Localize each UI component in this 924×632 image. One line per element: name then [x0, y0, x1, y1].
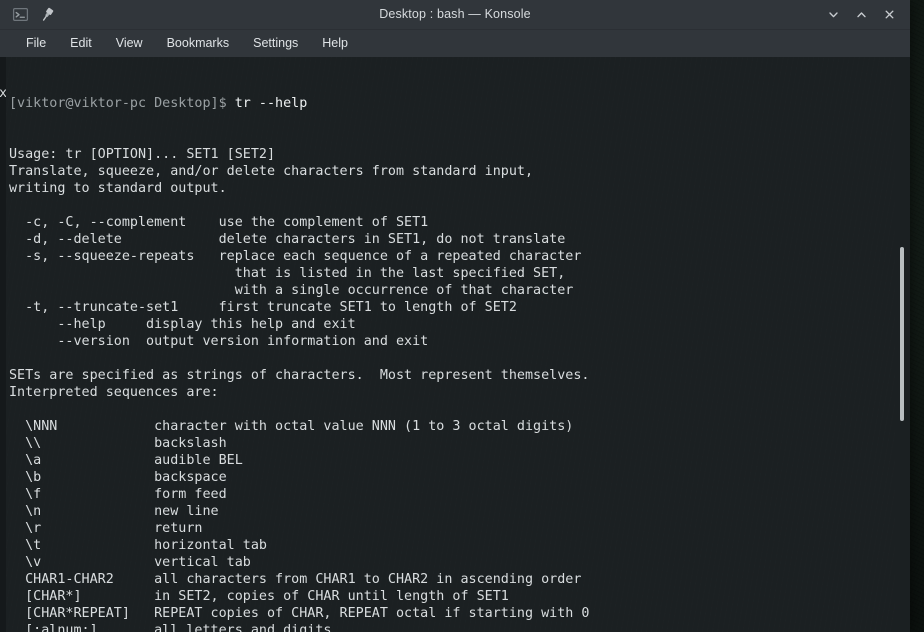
titlebar-icon-group — [0, 6, 56, 23]
menu-item-bookmarks[interactable]: Bookmarks — [155, 33, 242, 54]
terminal-line: [CHAR*REPEAT] REPEAT copies of CHAR, REP… — [9, 606, 590, 621]
terminal-line: [:alnum:] all letters and digits — [9, 623, 332, 632]
terminal-line: --version output version information and… — [9, 334, 429, 349]
terminal-line: \b backspace — [9, 470, 227, 485]
terminal-scrollbar[interactable] — [895, 57, 910, 632]
terminal-line: SETs are specified as strings of charact… — [9, 368, 590, 383]
terminal-scrollbar-thumb[interactable] — [900, 247, 904, 421]
terminal-area[interactable]: x [viktor@viktor-pc Desktop]$ tr --help … — [0, 57, 910, 632]
menu-item-settings[interactable]: Settings — [241, 33, 310, 54]
menubar: File Edit View Bookmarks Settings Help — [0, 30, 910, 57]
terminal-line: Translate, squeeze, and/or delete charac… — [9, 164, 534, 179]
typed-command: tr --help — [234, 96, 308, 111]
window-titlebar[interactable]: Desktop : bash — Konsole — [0, 0, 910, 30]
window-controls — [820, 0, 902, 29]
konsole-window: Desktop : bash — Konsole File Edit View … — [0, 0, 910, 632]
terminal-line: [CHAR*] in SET2, copies of CHAR until le… — [9, 589, 509, 604]
terminal-line: \r return — [9, 521, 203, 536]
terminal-line: Usage: tr [OPTION]... SET1 [SET2] — [9, 147, 276, 162]
menu-item-view[interactable]: View — [104, 33, 155, 54]
terminal-line: with a single occurrence of that charact… — [9, 283, 574, 298]
window-title: Desktop : bash — Konsole — [379, 7, 531, 21]
terminal-line: -d, --delete delete characters in SET1, … — [9, 232, 566, 247]
pin-icon[interactable] — [39, 6, 56, 23]
terminal-line: that is listed in the last specified SET… — [9, 266, 566, 281]
terminal-line: \NNN character with octal value NNN (1 t… — [9, 419, 574, 434]
terminal-line: -t, --truncate-set1 first truncate SET1 … — [9, 300, 517, 315]
terminal-line: --help display this help and exit — [9, 317, 356, 332]
konsole-icon — [12, 6, 29, 23]
terminal-output: [viktor@viktor-pc Desktop]$ tr --help Us… — [9, 61, 895, 632]
terminal-line: \t horizontal tab — [9, 538, 267, 553]
terminal-output-lines: Usage: tr [OPTION]... SET1 [SET2] Transla… — [9, 146, 895, 632]
terminal-screen[interactable]: [viktor@viktor-pc Desktop]$ tr --help Us… — [6, 57, 895, 632]
shell-prompt: [viktor@viktor-pc Desktop]$ — [9, 96, 235, 111]
terminal-line: \f form feed — [9, 487, 227, 502]
terminal-line: \n new line — [9, 504, 219, 519]
menu-item-help[interactable]: Help — [310, 33, 360, 54]
close-button[interactable] — [876, 3, 902, 27]
terminal-prompt-line: [viktor@viktor-pc Desktop]$ tr --help — [9, 95, 895, 112]
terminal-line: \a audible BEL — [9, 453, 243, 468]
terminal-line: -s, --squeeze-repeats replace each seque… — [9, 249, 582, 264]
terminal-line: \\ backslash — [9, 436, 227, 451]
terminal-line: \v vertical tab — [9, 555, 251, 570]
terminal-line: writing to standard output. — [9, 181, 227, 196]
menu-item-edit[interactable]: Edit — [58, 33, 104, 54]
minimize-button[interactable] — [820, 3, 846, 27]
terminal-line: CHAR1-CHAR2 all characters from CHAR1 to… — [9, 572, 582, 587]
terminal-line: -c, -C, --complement use the complement … — [9, 215, 429, 230]
maximize-button[interactable] — [848, 3, 874, 27]
terminal-line: Interpreted sequences are: — [9, 385, 219, 400]
menu-item-file[interactable]: File — [14, 33, 58, 54]
